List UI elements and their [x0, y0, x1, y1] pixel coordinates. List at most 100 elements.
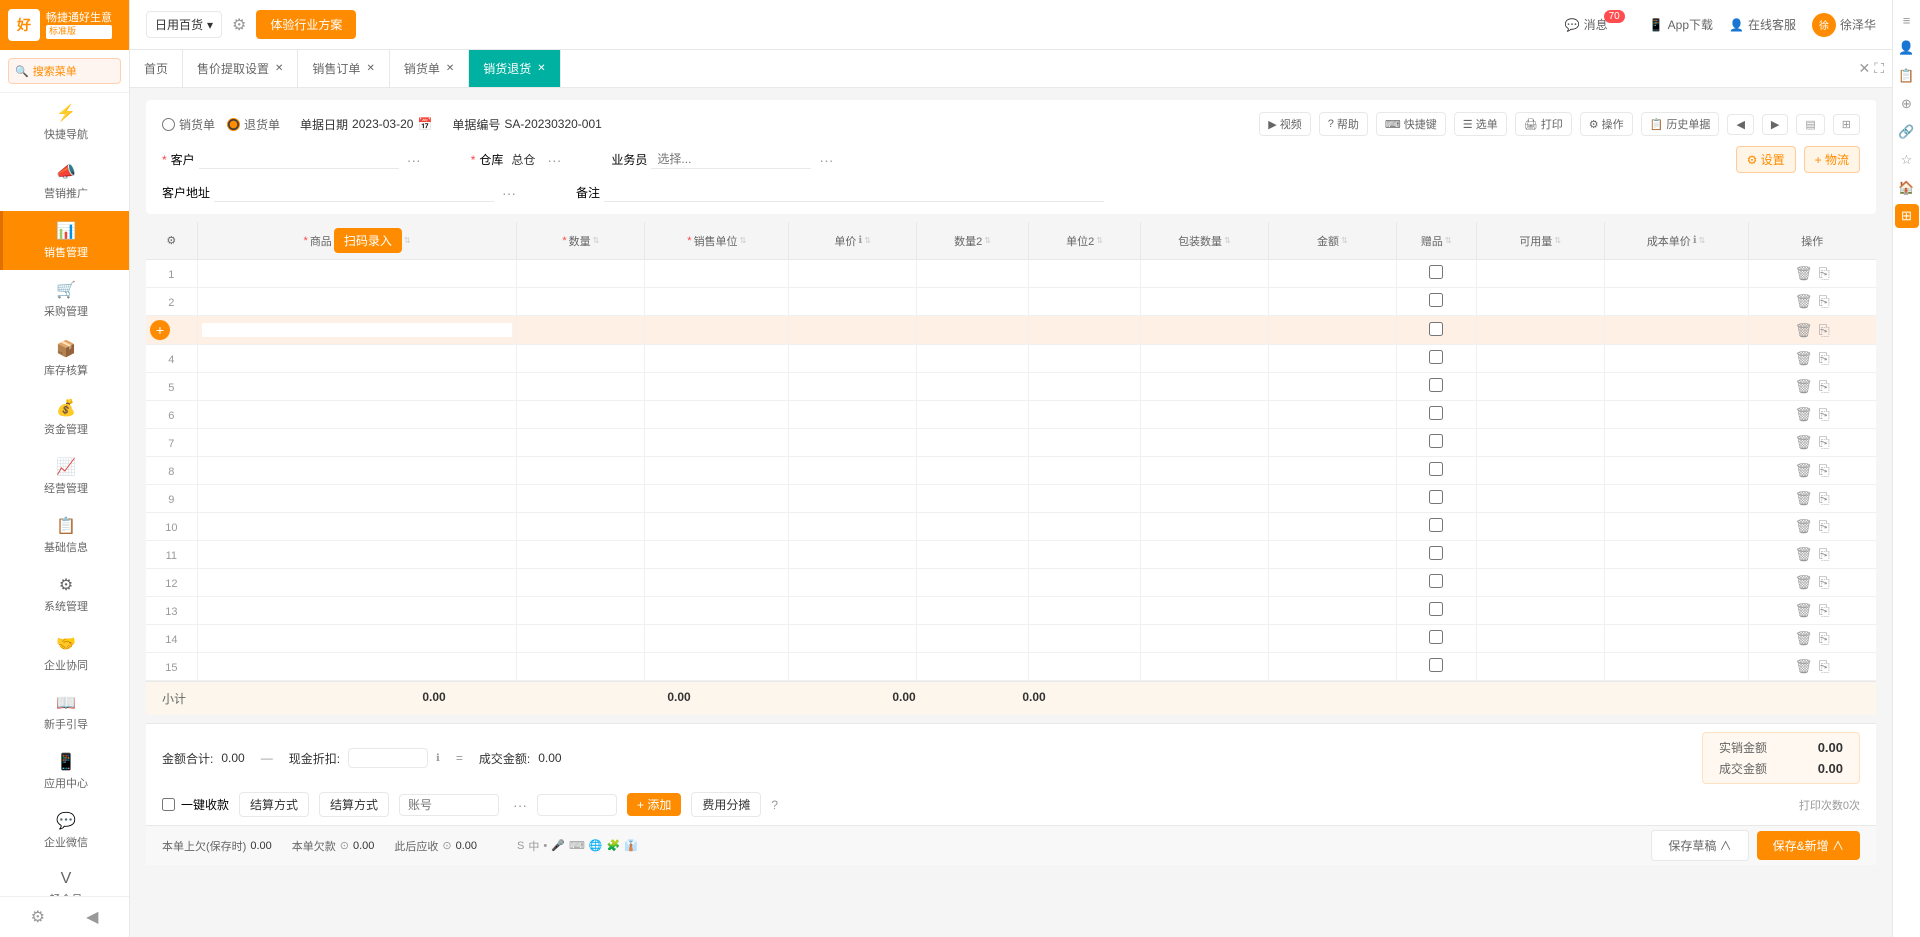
goods-input[interactable] [202, 323, 513, 337]
copy-row-btn[interactable]: ⎘ [1819, 602, 1830, 619]
goods-cell[interactable] [197, 373, 517, 401]
sales-unit-cell[interactable] [645, 260, 789, 288]
goods-cell[interactable] [197, 345, 517, 373]
experience-btn[interactable]: 体验行业方案 [256, 10, 356, 39]
warehouse-select-dots[interactable]: ··· [547, 152, 561, 168]
amount-cell[interactable] [1268, 597, 1396, 625]
sidebar-item-basics[interactable]: 📋 基础信息 [0, 506, 129, 565]
account-input[interactable] [399, 794, 499, 816]
unit-price-cell[interactable] [789, 541, 917, 569]
qty2-cell[interactable] [917, 569, 1029, 597]
cost-price-cell[interactable] [1604, 513, 1748, 541]
delete-row-btn[interactable]: 🗑 [1795, 518, 1813, 535]
unit2-cell[interactable] [1029, 457, 1141, 485]
unit2-cell[interactable] [1029, 597, 1141, 625]
goods-cell[interactable] [197, 597, 517, 625]
qty-cell[interactable] [517, 345, 645, 373]
tab-sales-return-close[interactable]: ✕ [537, 63, 545, 74]
unit-price-cell[interactable] [789, 401, 917, 429]
goods-cell[interactable] [197, 401, 517, 429]
sales-unit-cell[interactable] [645, 625, 789, 653]
delete-row-btn[interactable]: 🗑 [1795, 546, 1813, 563]
qty-cell[interactable] [517, 597, 645, 625]
copy-row-btn[interactable]: ⎘ [1819, 350, 1830, 367]
sales-unit-cell[interactable] [645, 597, 789, 625]
copy-row-btn[interactable]: ⎘ [1819, 434, 1830, 451]
amount-cell[interactable] [1268, 485, 1396, 513]
cost-price-cell[interactable] [1604, 345, 1748, 373]
qty-cell[interactable] [517, 485, 645, 513]
discount-info-icon[interactable]: ℹ [436, 753, 440, 764]
pack-qty-cell[interactable] [1140, 429, 1268, 457]
gift-checkbox[interactable] [1429, 406, 1443, 420]
copy-row-btn[interactable]: ⎘ [1819, 293, 1830, 310]
sales-unit-cell[interactable] [645, 373, 789, 401]
unit2-cell[interactable] [1029, 513, 1141, 541]
return-type-option[interactable]: 退货单 [227, 116, 280, 133]
available-cell[interactable] [1476, 429, 1604, 457]
cost-price-sort-icon[interactable]: ⇅ [1699, 236, 1706, 245]
unit2-cell[interactable] [1029, 625, 1141, 653]
unit-price-info-icon[interactable]: ℹ [858, 235, 862, 246]
pack-qty-cell[interactable] [1140, 401, 1268, 429]
pack-qty-cell[interactable] [1140, 541, 1268, 569]
add-payment-btn[interactable]: + 添加 [627, 793, 681, 816]
available-cell[interactable] [1476, 569, 1604, 597]
unit2-cell[interactable] [1029, 373, 1141, 401]
delete-row-btn[interactable]: 🗑 [1795, 658, 1813, 675]
available-cell[interactable] [1476, 597, 1604, 625]
copy-row-btn[interactable]: ⎘ [1819, 406, 1830, 423]
amount-cell[interactable] [1268, 401, 1396, 429]
cost-price-cell[interactable] [1604, 653, 1748, 681]
delete-row-btn[interactable]: 🗑 [1795, 293, 1813, 310]
unit2-cell[interactable] [1029, 260, 1141, 288]
cost-price-cell[interactable] [1604, 541, 1748, 569]
unit-price-cell[interactable] [789, 625, 917, 653]
tool3-icon[interactable]: 🎤 [551, 839, 565, 852]
prev-record-btn[interactable]: ◀ [1727, 114, 1753, 135]
right-sidebar-icon-6[interactable]: ☆ [1895, 148, 1919, 172]
tool4-icon[interactable]: ⌨ [569, 839, 585, 852]
unit2-sort-icon[interactable]: ⇅ [1096, 236, 1103, 245]
tool2-icon[interactable]: • [543, 840, 547, 852]
cost-price-cell[interactable] [1604, 401, 1748, 429]
sales-unit-cell[interactable] [645, 485, 789, 513]
sales-unit-cell[interactable] [645, 513, 789, 541]
sales-unit-cell[interactable] [645, 316, 789, 345]
tab-sales-bill-close[interactable]: ✕ [446, 63, 454, 74]
copy-row-btn[interactable]: ⎘ [1819, 378, 1830, 395]
cash-discount-input[interactable] [348, 748, 428, 768]
delete-row-btn[interactable]: 🗑 [1795, 630, 1813, 647]
sidebar-item-sales[interactable]: 📊 销售管理 [0, 211, 129, 270]
tab-price-extract-close[interactable]: ✕ [275, 63, 283, 74]
qty2-cell[interactable] [917, 653, 1029, 681]
qty-cell[interactable] [517, 513, 645, 541]
unit2-cell[interactable] [1029, 429, 1141, 457]
industry-select[interactable]: 日用百货 ▾ [146, 11, 222, 38]
cost-price-cell[interactable] [1604, 569, 1748, 597]
sidebar-item-finance[interactable]: 💰 资金管理 [0, 388, 129, 447]
sidebar-item-marketing[interactable]: 📣 营销推广 [0, 152, 129, 211]
goods-cell[interactable] [197, 429, 517, 457]
unit-price-cell[interactable] [789, 597, 917, 625]
copy-row-btn[interactable]: ⎘ [1819, 265, 1830, 282]
available-cell[interactable] [1476, 373, 1604, 401]
qty2-cell[interactable] [917, 597, 1029, 625]
expense-btn[interactable]: 费用分摊 [691, 792, 761, 817]
account-select-dots[interactable]: ··· [513, 797, 527, 813]
pack-qty-cell[interactable] [1140, 373, 1268, 401]
sales-unit-cell[interactable] [645, 569, 789, 597]
qty2-cell[interactable] [917, 541, 1029, 569]
settlement-method-btn[interactable]: 结算方式 [239, 792, 309, 817]
tool1-icon[interactable]: 中 [528, 838, 539, 854]
qty-cell[interactable] [517, 457, 645, 485]
cost-price-info-icon[interactable]: ℹ [1693, 235, 1697, 246]
tab-home[interactable]: 首页 [130, 50, 183, 88]
save-draft-btn[interactable]: 保存草稿 ∧ [1651, 830, 1748, 861]
unit-price-cell[interactable] [789, 429, 917, 457]
sales-unit-cell[interactable] [645, 541, 789, 569]
delete-row-btn[interactable]: 🗑 [1795, 350, 1813, 367]
delete-row-btn[interactable]: 🗑 [1795, 406, 1813, 423]
qty2-cell[interactable] [917, 288, 1029, 316]
unit2-cell[interactable] [1029, 316, 1141, 345]
